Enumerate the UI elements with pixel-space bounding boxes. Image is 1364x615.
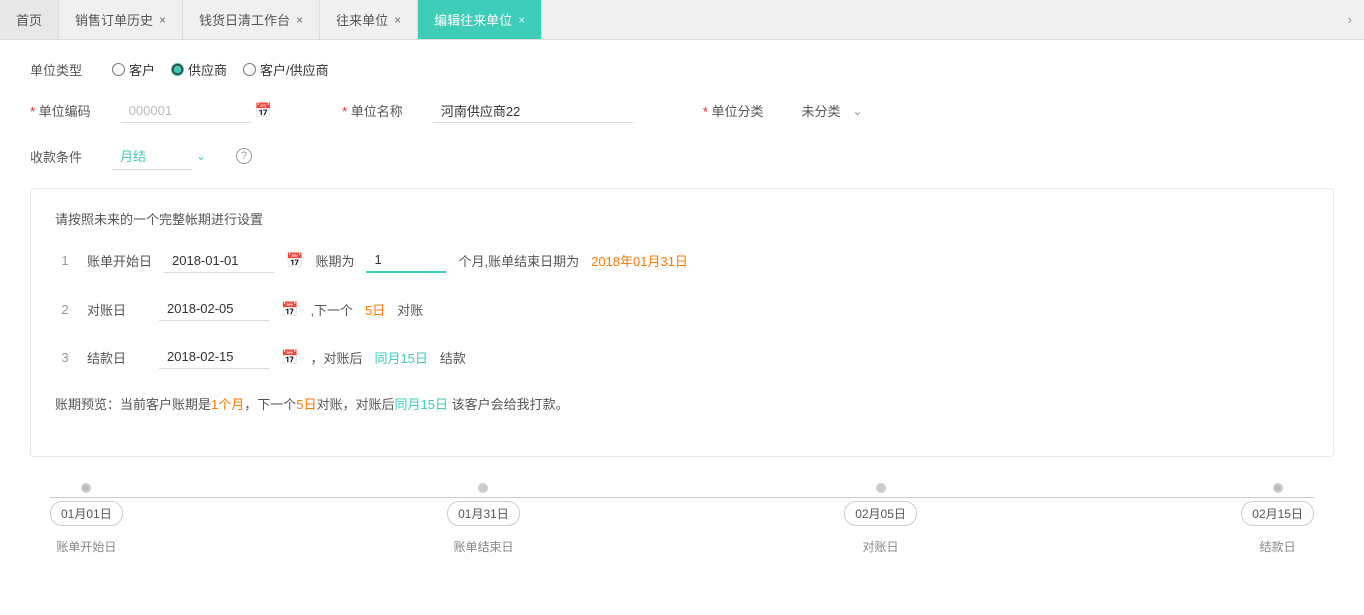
help-icon[interactable]: ? xyxy=(236,148,252,164)
payment-condition-value[interactable]: 月结 xyxy=(112,142,192,170)
unit-code-icon[interactable]: 📅 xyxy=(255,102,272,119)
settings-section: 请按照未来的一个完整帐期进行设置 1 账单开始日 📅 账期为 个月,账单结束日期… xyxy=(30,188,1334,457)
timeline-point-1: 01月01日 账单开始日 xyxy=(50,483,123,555)
reconcile-suffix-text: ,下一个 xyxy=(310,300,353,319)
preview-part2-highlight: 5日 xyxy=(296,397,316,412)
unit-category-chevron[interactable]: ⌄ xyxy=(853,104,863,118)
timeline-dot-3 xyxy=(876,483,886,493)
unit-code-label: 单位编码 xyxy=(30,101,91,120)
timeline-badge-4: 02月15日 xyxy=(1241,501,1314,526)
preview-prefix: 账期预览：当前客户账期是 xyxy=(55,397,211,412)
timeline-dot-2 xyxy=(478,483,488,493)
timeline-label-3: 对账日 xyxy=(863,538,899,555)
preview-sep1: ， xyxy=(244,397,257,412)
payment-suffix-text: ，对账后 xyxy=(310,348,362,367)
timeline-point-3: 02月05日 对账日 xyxy=(844,483,917,555)
row-label-3: 结款日 xyxy=(87,348,147,367)
unit-code-wrapper: 📅 xyxy=(121,99,272,123)
payment-suffix-highlight: 同月15日 xyxy=(374,348,427,367)
payment-condition-wrapper: 月结 ⌄ xyxy=(112,142,206,170)
reconcile-date-calendar[interactable]: 📅 xyxy=(281,301,298,318)
preview-suffix: 该客户会给我打款。 xyxy=(452,397,569,412)
preview-part2-sep: 对账，对账后 xyxy=(317,397,395,412)
radio-supplier-input[interactable] xyxy=(171,63,184,76)
payment-condition-chevron[interactable]: ⌄ xyxy=(196,149,206,163)
unit-code-input[interactable] xyxy=(121,99,251,123)
timeline-label-2: 账单结束日 xyxy=(453,538,513,555)
unit-category-wrapper: 未分类 ⌄ xyxy=(794,97,863,124)
preview-part1: 1个月 xyxy=(211,397,244,412)
unit-type-row: 单位类型 客户 供应商 客户/供应商 xyxy=(30,60,1334,79)
close-edit-partner[interactable]: × xyxy=(518,13,525,27)
period-input[interactable] xyxy=(366,248,446,273)
row-label-2: 对账日 xyxy=(87,300,147,319)
period-unit-1: 个月,账单结束日期为 xyxy=(458,251,579,270)
radio-customer[interactable]: 客户 xyxy=(112,60,155,79)
payment-condition-row: 收款条件 月结 ⌄ ? xyxy=(30,142,1334,170)
timeline-label-1: 账单开始日 xyxy=(56,538,116,555)
radio-both[interactable]: 客户/供应商 xyxy=(243,60,329,79)
section-title: 请按照未来的一个完整帐期进行设置 xyxy=(55,209,1309,228)
preview-part2-prefix: 下一个 xyxy=(257,397,296,412)
unit-category-label: 单位分类 xyxy=(703,101,764,120)
preview-text: 账期预览：当前客户账期是1个月，下一个5日对账，对账后同月15日 该客户会给我打… xyxy=(55,393,1309,416)
row-num-3: 3 xyxy=(55,350,75,365)
radio-supplier[interactable]: 供应商 xyxy=(171,60,227,79)
unit-category-value: 未分类 xyxy=(794,97,849,124)
timeline-label-4: 结款日 xyxy=(1260,538,1296,555)
reconcile-suffix-highlight: 5日 xyxy=(365,300,385,319)
tab-cash-work[interactable]: 钱货日清工作台 × xyxy=(183,0,320,39)
payment-suffix-end: 结款 xyxy=(440,348,466,367)
timeline-dot-4 xyxy=(1273,483,1283,493)
tab-bar: 首页 销售订单历史 × 钱货日清工作台 × 往来单位 × 编辑往来单位 × › xyxy=(0,0,1364,40)
reconcile-date-input[interactable] xyxy=(159,297,269,321)
timeline-dot-1 xyxy=(81,483,91,493)
unit-type-label: 单位类型 xyxy=(30,60,82,79)
close-sales-history[interactable]: × xyxy=(159,13,166,27)
payment-condition-label: 收款条件 xyxy=(30,147,82,166)
setting-row-3: 3 结款日 📅 ，对账后 同月15日 结款 xyxy=(55,345,1309,369)
timeline-point-4: 02月15日 结款日 xyxy=(1241,483,1314,555)
main-content: 单位类型 客户 供应商 客户/供应商 单位编码 📅 单位名称 单位分类 xyxy=(0,40,1364,615)
row-num-1: 1 xyxy=(55,253,75,268)
setting-row-2: 2 对账日 📅 ,下一个 5日 对账 xyxy=(55,297,1309,321)
mid-text-1: 账期为 xyxy=(315,251,354,270)
start-date-calendar[interactable]: 📅 xyxy=(286,252,303,269)
unit-type-radio-group: 客户 供应商 客户/供应商 xyxy=(112,60,329,79)
more-tabs-button[interactable]: › xyxy=(1336,0,1364,39)
row-label-1: 账单开始日 xyxy=(87,251,152,270)
timeline: 01月01日 账单开始日 01月31日 账单结束日 02月05日 对账日 02月… xyxy=(30,473,1334,595)
tab-sales-history[interactable]: 销售订单历史 × xyxy=(59,0,183,39)
more-tabs-icon: › xyxy=(1348,12,1352,27)
unit-name-label: 单位名称 xyxy=(342,101,403,120)
timeline-points: 01月01日 账单开始日 01月31日 账单结束日 02月05日 对账日 02月… xyxy=(50,483,1314,555)
unit-info-row: 单位编码 📅 单位名称 单位分类 未分类 ⌄ xyxy=(30,97,1334,124)
unit-name-input[interactable] xyxy=(433,99,633,123)
radio-customer-input[interactable] xyxy=(112,63,125,76)
setting-row-1: 1 账单开始日 📅 账期为 个月,账单结束日期为 2018年01月31日 xyxy=(55,248,1309,273)
close-cash-work[interactable]: × xyxy=(296,13,303,27)
tab-home[interactable]: 首页 xyxy=(0,0,59,39)
start-date-input[interactable] xyxy=(164,249,274,273)
payment-date-calendar[interactable]: 📅 xyxy=(281,349,298,366)
tab-edit-partner[interactable]: 编辑往来单位 × xyxy=(418,0,542,39)
timeline-badge-3: 02月05日 xyxy=(844,501,917,526)
timeline-badge-1: 01月01日 xyxy=(50,501,123,526)
row-num-2: 2 xyxy=(55,302,75,317)
timeline-point-2: 01月31日 账单结束日 xyxy=(447,483,520,555)
payment-date-input[interactable] xyxy=(159,345,269,369)
preview-part3-highlight: 同月15日 xyxy=(395,397,448,412)
end-date-highlight: 2018年01月31日 xyxy=(591,251,688,270)
close-partner[interactable]: × xyxy=(394,13,401,27)
reconcile-suffix-end: 对账 xyxy=(397,300,423,319)
tab-partner[interactable]: 往来单位 × xyxy=(320,0,418,39)
timeline-badge-2: 01月31日 xyxy=(447,501,520,526)
radio-both-input[interactable] xyxy=(243,63,256,76)
